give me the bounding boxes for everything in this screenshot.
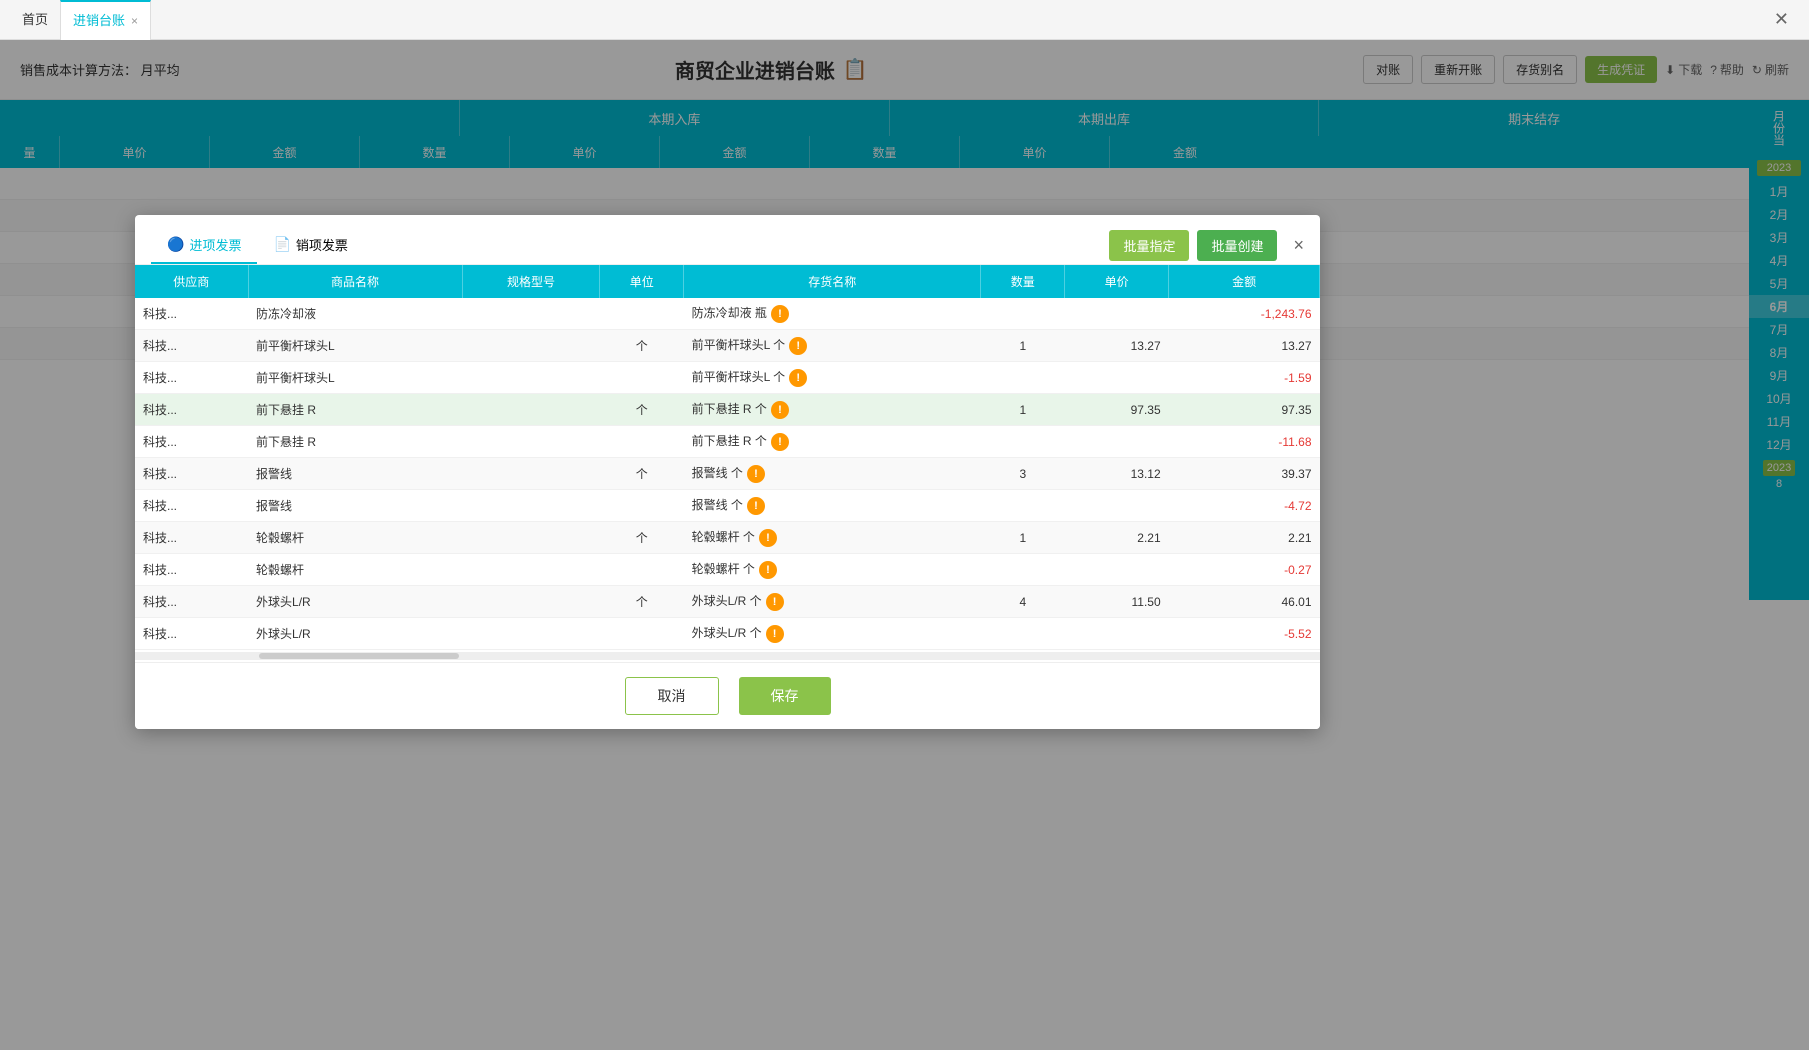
dialog-scrollbar-thumb[interactable]: [259, 653, 459, 659]
table-row: 科技...前下悬挂 R前下悬挂 R 个!-11.68: [135, 426, 1320, 458]
th-spec: 规格型号: [462, 265, 600, 298]
active-tab[interactable]: 进销台账 ×: [60, 0, 151, 40]
table-row: 科技...外球头L/R外球头L/R 个!-5.52: [135, 618, 1320, 650]
warning-icon: !: [766, 625, 784, 643]
table-row: 科技...前平衡杆球头L前平衡杆球头L 个!-1.59: [135, 362, 1320, 394]
cancel-button[interactable]: 取消: [625, 677, 719, 715]
th-stock: 存货名称: [684, 265, 981, 298]
outgoing-tab-icon: 📄: [273, 236, 290, 253]
save-button[interactable]: 保存: [739, 677, 831, 715]
dialog-close-button[interactable]: ×: [1293, 235, 1304, 256]
dialog-table-wrap[interactable]: 供应商 商品名称 规格型号 单位 存货名称 数量 单价 金额 科技...防冻冷却…: [135, 265, 1320, 650]
batch-create-button[interactable]: 批量创建: [1197, 230, 1277, 261]
incoming-tab-icon: 🔵: [167, 236, 184, 253]
batch-assign-button[interactable]: 批量指定: [1109, 230, 1189, 261]
tab-incoming[interactable]: 🔵 进项发票: [151, 227, 257, 264]
th-amount: 金额: [1169, 265, 1320, 298]
top-bar: 首页 进销台账 × ✕: [0, 0, 1809, 40]
warning-icon: !: [771, 305, 789, 323]
th-qty: 数量: [981, 265, 1065, 298]
table-row: 科技...外球头L/R个外球头L/R 个!411.5046.01: [135, 586, 1320, 618]
warning-icon: !: [747, 497, 765, 515]
dialog-scrollbar[interactable]: [135, 652, 1320, 660]
dialog-header: 🔵 进项发票 📄 销项发票 批量指定 批量创建 ×: [135, 215, 1320, 265]
table-row: 科技...轮毂螺杆轮毂螺杆 个!-0.27: [135, 554, 1320, 586]
dialog-actions: 批量指定 批量创建 ×: [1109, 230, 1304, 261]
dialog: 🔵 进项发票 📄 销项发票 批量指定 批量创建 × 供应商: [135, 215, 1320, 729]
th-supplier: 供应商: [135, 265, 248, 298]
warning-icon: !: [789, 369, 807, 387]
warning-icon: !: [771, 433, 789, 451]
tab-close-icon[interactable]: ×: [131, 1, 138, 41]
top-bar-right: ✕: [1764, 9, 1799, 30]
incoming-tab-label: 进项发票: [189, 235, 241, 254]
th-unit: 单位: [600, 265, 684, 298]
warning-icon: !: [747, 465, 765, 483]
table-row: 科技...报警线个报警线 个!313.1239.37: [135, 458, 1320, 490]
table-row: 科技...报警线报警线 个!-4.72: [135, 490, 1320, 522]
table-row: 科技...轮毂螺杆个轮毂螺杆 个!12.212.21: [135, 522, 1320, 554]
table-row: 科技...前平衡杆球头L个前平衡杆球头L 个!113.2713.27: [135, 330, 1320, 362]
outgoing-tab-label: 销项发票: [296, 235, 348, 254]
warning-icon: !: [771, 401, 789, 419]
table-row: 科技...防冻冷却液防冻冷却液 瓶!-1,243.76: [135, 298, 1320, 330]
main-area: 销售成本计算方法： 月平均 商贸企业进销台账 📋 对账 重新开账 存货别名 生成…: [0, 40, 1809, 1050]
dialog-table: 供应商 商品名称 规格型号 单位 存货名称 数量 单价 金额 科技...防冻冷却…: [135, 265, 1320, 650]
dialog-tabs: 🔵 进项发票 📄 销项发票: [151, 227, 364, 264]
warning-icon: !: [789, 337, 807, 355]
tab-outgoing[interactable]: 📄 销项发票: [257, 227, 363, 264]
window-close-button[interactable]: ✕: [1764, 9, 1799, 30]
table-row: 科技...前下悬挂 R个前下悬挂 R 个!197.3597.35: [135, 394, 1320, 426]
warning-icon: !: [759, 561, 777, 579]
active-tab-label: 进销台账: [73, 1, 125, 41]
warning-icon: !: [766, 593, 784, 611]
home-tab[interactable]: 首页: [10, 0, 60, 40]
th-price: 单价: [1065, 265, 1169, 298]
warning-icon: !: [759, 529, 777, 547]
th-product: 商品名称: [248, 265, 462, 298]
dialog-footer: 取消 保存: [135, 662, 1320, 729]
